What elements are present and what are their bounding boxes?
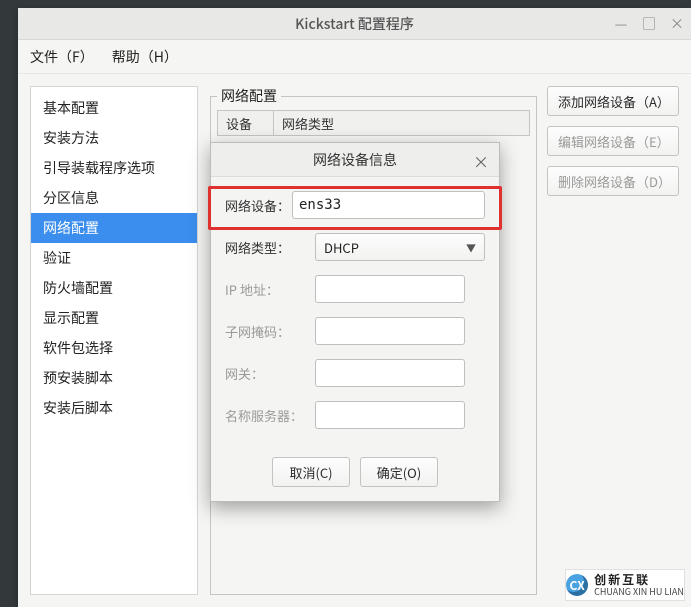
device-table-header: 设备 网络类型 <box>217 110 530 136</box>
type-label: 网络类型： <box>225 238 315 257</box>
sidebar: 基本配置 安装方法 引导装载程序选项 分区信息 网络配置 验证 防火墙配置 显示… <box>30 86 198 595</box>
row-nameserver: 名称服务器： <box>225 401 485 429</box>
menu-file[interactable]: 文件（F） <box>30 47 94 67</box>
add-device-button[interactable]: 添加网络设备（A） <box>547 86 679 116</box>
sidebar-item-partition[interactable]: 分区信息 <box>31 183 197 213</box>
watermark-logo: CX <box>566 574 588 596</box>
sidebar-item-network[interactable]: 网络配置 <box>31 213 197 243</box>
dialog-body: 网络设备： 网络类型： DHCP ▼ IP 地址： 子网掩码： 网关： 名称服务… <box>211 177 499 453</box>
col-type[interactable]: 网络类型 <box>274 111 529 135</box>
sidebar-item-firewall[interactable]: 防火墙配置 <box>31 273 197 303</box>
col-device[interactable]: 设备 <box>218 111 274 135</box>
row-device: 网络设备： <box>225 191 485 219</box>
watermark: CX 创新互联 CHUANG XIN HU LIAN <box>565 569 685 601</box>
sidebar-item-packages[interactable]: 软件包选择 <box>31 333 197 363</box>
row-ip: IP 地址： <box>225 275 485 303</box>
titlebar: Kickstart 配置程序 — □ × <box>18 8 691 40</box>
group-legend: 网络配置 <box>217 86 281 106</box>
gateway-input[interactable] <box>315 359 465 387</box>
ok-button[interactable]: 确定(O) <box>360 457 438 487</box>
device-input[interactable] <box>292 191 485 219</box>
close-button[interactable]: × <box>669 14 685 34</box>
row-type: 网络类型： DHCP ▼ <box>225 233 485 261</box>
dialog-titlebar: 网络设备信息 × <box>211 143 499 177</box>
sidebar-item-postscript[interactable]: 安装后脚本 <box>31 393 197 423</box>
cancel-button[interactable]: 取消(C) <box>272 457 350 487</box>
nameserver-input[interactable] <box>315 401 465 429</box>
dialog-actions: 取消(C) 确定(O) <box>211 453 499 501</box>
menubar: 文件（F） 帮助（H） <box>18 40 691 74</box>
sidebar-item-bootloader[interactable]: 引导装载程序选项 <box>31 153 197 183</box>
netmask-input[interactable] <box>315 317 465 345</box>
type-value: DHCP <box>324 238 359 257</box>
sidebar-item-install[interactable]: 安装方法 <box>31 123 197 153</box>
gateway-label: 网关： <box>225 364 315 383</box>
dialog-close-button[interactable]: × <box>473 149 489 173</box>
window-controls: — □ × <box>613 8 685 40</box>
device-label: 网络设备： <box>225 196 292 215</box>
watermark-text: 创新互联 CHUANG XIN HU LIAN <box>594 573 684 596</box>
netmask-label: 子网掩码： <box>225 322 315 341</box>
type-select[interactable]: DHCP ▼ <box>315 233 485 261</box>
sidebar-item-auth[interactable]: 验证 <box>31 243 197 273</box>
menu-help[interactable]: 帮助（H） <box>112 47 178 67</box>
sidebar-item-prescript[interactable]: 预安装脚本 <box>31 363 197 393</box>
dialog-title: 网络设备信息 <box>211 150 499 170</box>
window-title: Kickstart 配置程序 <box>18 14 691 34</box>
sidebar-item-basic[interactable]: 基本配置 <box>31 93 197 123</box>
delete-device-button[interactable]: 删除网络设备（D） <box>547 166 679 196</box>
chevron-down-icon: ▼ <box>466 240 476 255</box>
edit-device-button[interactable]: 编辑网络设备（E） <box>547 126 679 156</box>
sidebar-item-display[interactable]: 显示配置 <box>31 303 197 333</box>
ip-input[interactable] <box>315 275 465 303</box>
network-device-dialog: 网络设备信息 × 网络设备： 网络类型： DHCP ▼ IP 地址： 子网掩码：… <box>210 142 500 502</box>
device-buttons: 添加网络设备（A） 编辑网络设备（E） 删除网络设备（D） <box>547 86 679 595</box>
minimize-button[interactable]: — <box>613 14 629 34</box>
row-netmask: 子网掩码： <box>225 317 485 345</box>
maximize-button[interactable]: □ <box>641 14 657 34</box>
nameserver-label: 名称服务器： <box>225 406 315 425</box>
ip-label: IP 地址： <box>225 280 315 299</box>
row-gateway: 网关： <box>225 359 485 387</box>
